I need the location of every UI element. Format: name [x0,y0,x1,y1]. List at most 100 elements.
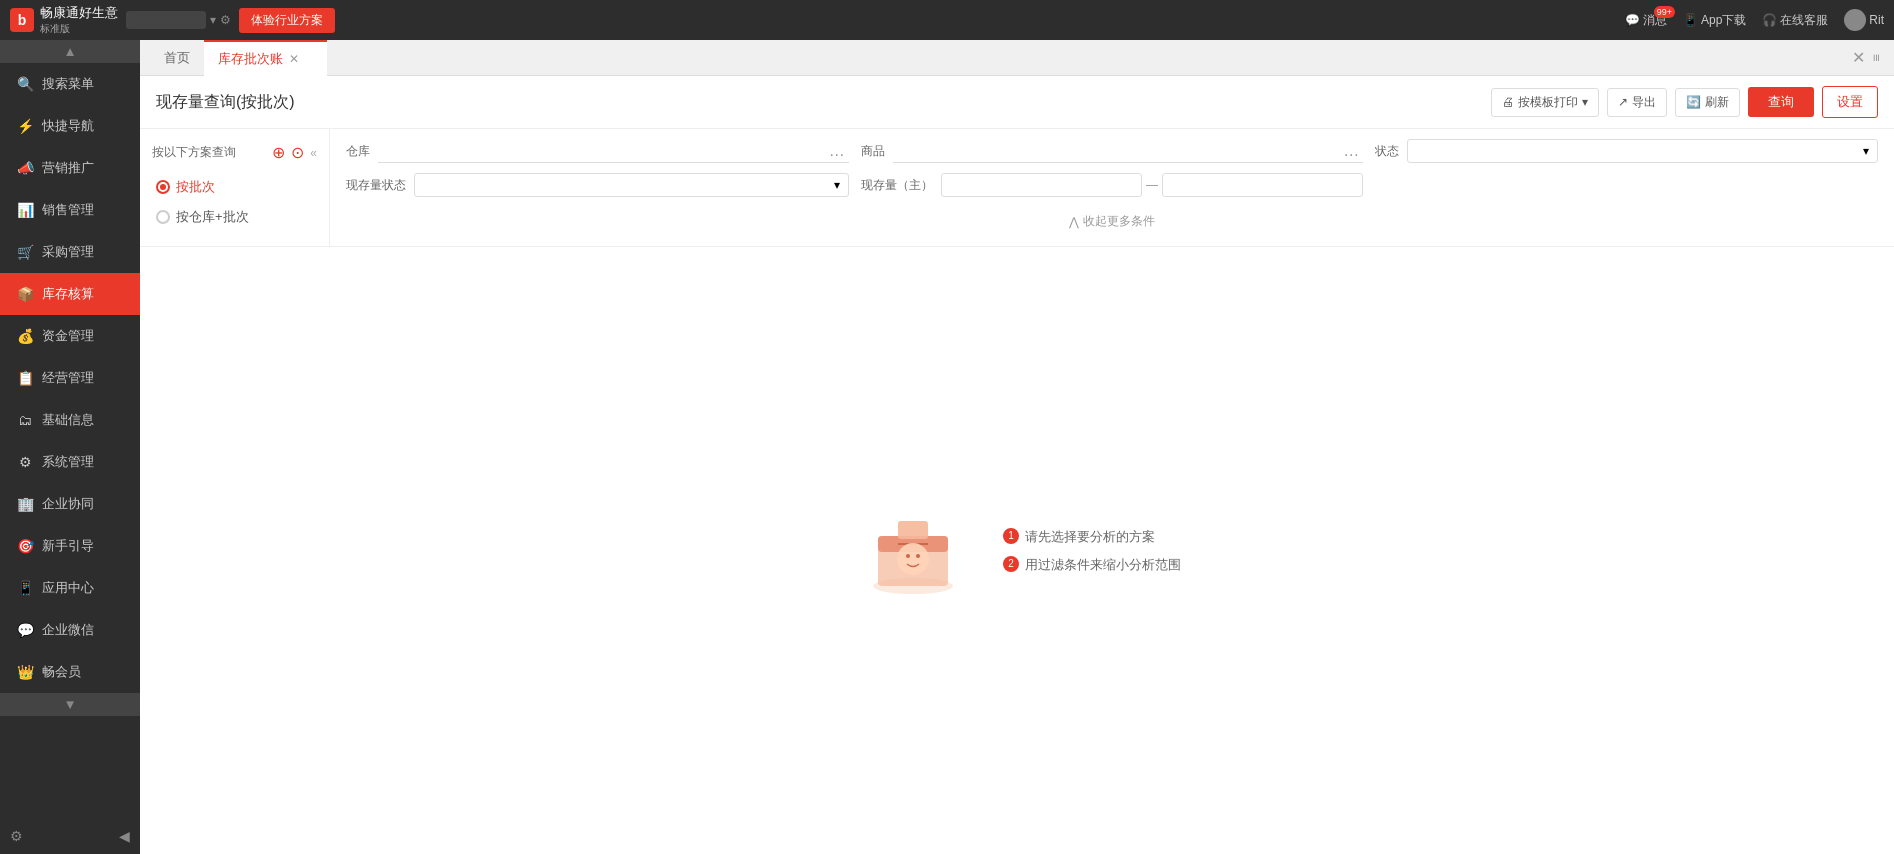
settings-btn[interactable]: 设置 [1822,86,1878,118]
breadcrumb: ▾ ⚙ [126,11,231,29]
sidebar-label-enterprise-wx: 企业微信 [42,621,94,639]
left-panel: 按以下方案查询 ⊕ ⊙ « 按批次 按仓库+批次 [140,129,330,246]
top-header: b 畅康通好生意 标准版 ▾ ⚙ 体验行业方案 💬 消息 99+ 📱 App下载… [0,0,1894,40]
chevron-down-icon[interactable]: ▾ [210,13,216,27]
tab-more-icon[interactable]: ≡ [1869,54,1884,62]
sidebar-item-operations[interactable]: 📋 经营管理 [0,357,140,399]
sidebar-item-guide[interactable]: 🎯 新手引导 [0,525,140,567]
user-area[interactable]: Rit [1844,9,1884,31]
logo-area: b 畅康通好生意 标准版 [10,4,118,36]
stock-qty-label: 现存量（主） [861,177,933,194]
breadcrumb-input[interactable] [126,11,206,29]
tab-close-main-icon[interactable]: ✕ [1852,48,1865,67]
sidebar-item-sales[interactable]: 📊 销售管理 [0,189,140,231]
product-more-icon[interactable]: … [1343,142,1359,160]
sidebar-label-sales: 销售管理 [42,201,94,219]
mobile-icon: 📱 [16,579,34,597]
sidebar-settings-btn[interactable]: ⚙ [10,828,23,844]
online-service-area[interactable]: 🎧 在线客服 [1762,12,1828,29]
page-content: 现存量查询(按批次) 🖨 按模板打印 ▾ ↗ 导出 🔄 刷新 [140,76,1894,854]
settings-plan-icon[interactable]: ⊙ [291,143,304,162]
svg-point-7 [916,554,920,558]
collapse-more-label: 收起更多条件 [1083,213,1155,230]
sidebar-scroll-up[interactable]: ▲ [0,40,140,63]
stock-status-select[interactable]: ▾ [414,173,849,197]
warehouse-more-icon[interactable]: … [829,142,845,160]
sidebar-item-quick-nav[interactable]: ⚡ 快捷导航 [0,105,140,147]
avatar [1844,9,1866,31]
stock-qty-dash: — [1142,174,1162,196]
stock-qty-max-input[interactable] [1162,173,1363,197]
sidebar-item-enterprise-wx[interactable]: 💬 企业微信 [0,609,140,651]
warehouse-input-wrap: … [378,140,849,163]
gear-icon[interactable]: ⚙ [220,13,231,27]
sidebar-label-member: 畅会员 [42,663,81,681]
collapse-more-btn[interactable]: ⋀ 收起更多条件 [346,207,1878,236]
print-btn[interactable]: 🖨 按模板打印 ▾ [1491,88,1599,117]
export-btn[interactable]: ↗ 导出 [1607,88,1667,117]
tab-bar: 首页 库存批次账 ✕ ✕ ≡ [140,40,1894,76]
export-icon: ↗ [1618,95,1628,109]
message-icon-area[interactable]: 💬 消息 99+ [1625,12,1667,29]
svg-point-6 [906,554,910,558]
clipboard-icon: 📋 [16,369,34,387]
header-left: b 畅康通好生意 标准版 ▾ ⚙ 体验行业方案 [10,4,335,36]
stock-qty-min-input[interactable] [941,173,1142,197]
empty-hint-2-text: 用过滤条件来缩小分析范围 [1025,556,1181,574]
plan-item-by-batch[interactable]: 按批次 [140,172,329,202]
sidebar-scroll-down[interactable]: ▼ [0,693,140,716]
sidebar-item-system[interactable]: ⚙ 系统管理 [0,441,140,483]
chart-icon: 📊 [16,201,34,219]
page-header: 现存量查询(按批次) 🖨 按模板打印 ▾ ↗ 导出 🔄 刷新 [140,76,1894,129]
sidebar-item-enterprise[interactable]: 🏢 企业协同 [0,483,140,525]
sidebar-label-inventory: 库存核算 [42,285,94,303]
sidebar-item-purchase[interactable]: 🛒 采购管理 [0,231,140,273]
cart-icon: 🛒 [16,243,34,261]
sidebar-label-basic-info: 基础信息 [42,411,94,429]
experience-btn[interactable]: 体验行业方案 [239,8,335,33]
print-dropdown-icon[interactable]: ▾ [1582,95,1588,109]
tab-close-icon[interactable]: ✕ [289,52,299,66]
sidebar-item-search[interactable]: 🔍 搜索菜单 [0,63,140,105]
status-filter: 状态 ▾ [1375,139,1878,163]
add-plan-icon[interactable]: ⊕ [272,143,285,162]
page-actions: 🖨 按模板打印 ▾ ↗ 导出 🔄 刷新 查询 设置 [1491,86,1878,118]
tab-home[interactable]: 首页 [150,40,204,76]
filter-area: 按以下方案查询 ⊕ ⊙ « 按批次 按仓库+批次 [140,129,1894,247]
product-input[interactable] [893,140,1364,163]
sidebar-label-enterprise: 企业协同 [42,495,94,513]
stock-status-filter: 现存量状态 ▾ [346,173,849,197]
sidebar-label-finance: 资金管理 [42,327,94,345]
sidebar-item-finance[interactable]: 💰 资金管理 [0,315,140,357]
app-download-area[interactable]: 📱 App下载 [1683,12,1746,29]
status-select[interactable]: ▾ [1407,139,1878,163]
query-btn[interactable]: 查询 [1748,87,1814,117]
refresh-icon: 🔄 [1686,95,1701,109]
page-title: 现存量查询(按批次) [156,92,295,113]
plan-item-by-warehouse-batch[interactable]: 按仓库+批次 [140,202,329,232]
sidebar-item-member[interactable]: 👑 畅会员 [0,651,140,693]
sidebar-label-guide: 新手引导 [42,537,94,555]
collapse-left-icon[interactable]: « [310,146,317,160]
refresh-btn[interactable]: 🔄 刷新 [1675,88,1740,117]
app-version: 标准版 [40,22,118,36]
sidebar-label-quick-nav: 快捷导航 [42,117,94,135]
collapse-up-icon: ⋀ [1069,215,1079,229]
empty-state: 1 请先选择要分析的方案 2 用过滤条件来缩小分析范围 [140,247,1894,854]
sidebar-collapse-btn[interactable]: ◀ [119,828,130,844]
sidebar-label-purchase: 采购管理 [42,243,94,261]
tab-batch-account[interactable]: 库存批次账 ✕ [204,40,327,76]
product-input-wrap: … [893,140,1364,163]
tab-home-label: 首页 [164,49,190,67]
settings-icon: ⚙ [16,453,34,471]
sidebar-item-app-center[interactable]: 📱 应用中心 [0,567,140,609]
username: Rit [1869,13,1884,27]
sidebar-label-operations: 经营管理 [42,369,94,387]
warehouse-input[interactable] [378,140,849,163]
sidebar-item-basic-info[interactable]: 🗂 基础信息 [0,399,140,441]
left-panel-header: 按以下方案查询 ⊕ ⊙ « [140,139,329,166]
sidebar-item-marketing[interactable]: 📣 营销推广 [0,147,140,189]
product-filter: 商品 … [861,140,1364,163]
svg-rect-3 [898,521,928,539]
sidebar-item-inventory[interactable]: 📦 库存核算 [0,273,140,315]
